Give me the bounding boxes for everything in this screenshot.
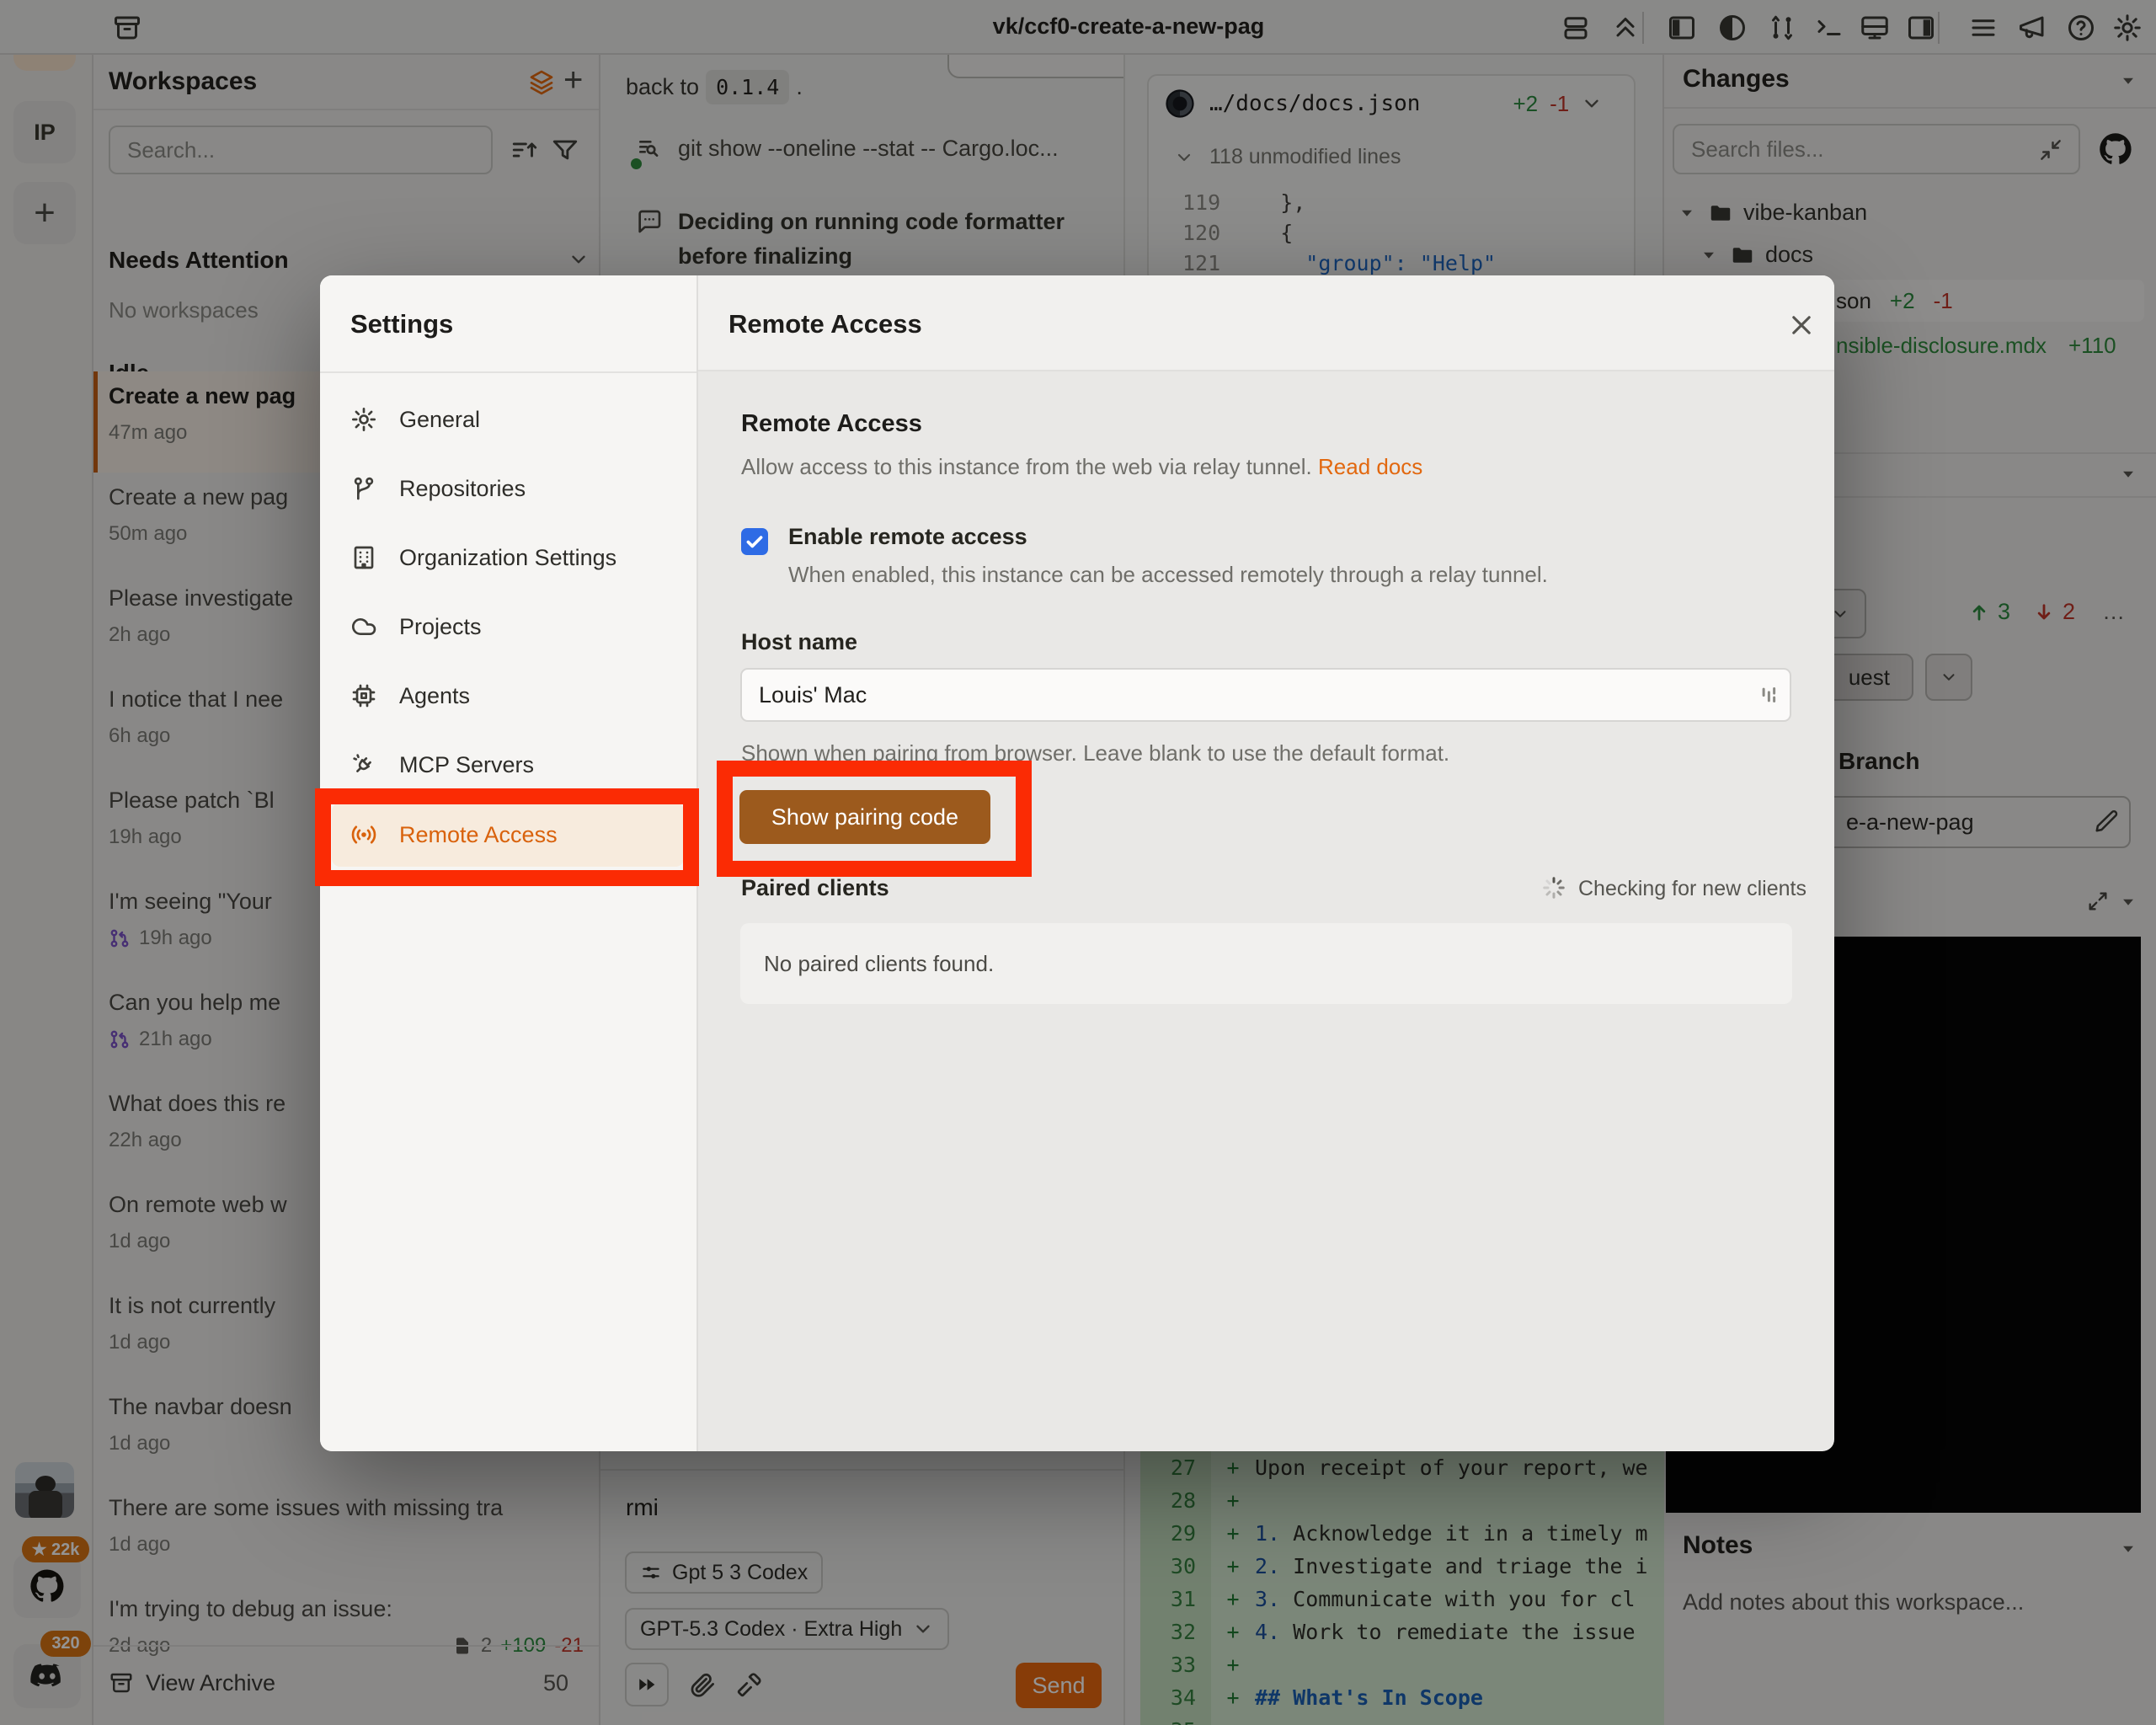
section-description: Allow access to this instance from the w… bbox=[741, 454, 1422, 480]
annotation-box-remote-access bbox=[315, 788, 699, 886]
read-docs-link[interactable]: Read docs bbox=[1318, 454, 1422, 479]
settings-nav-repositories[interactable]: Repositories bbox=[327, 454, 691, 523]
settings-nav-general[interactable]: General bbox=[327, 385, 691, 454]
no-paired-clients-box: No paired clients found. bbox=[740, 923, 1792, 1004]
hostname-input[interactable]: Louis' Mac bbox=[740, 668, 1791, 722]
section-title: Remote Access bbox=[741, 410, 922, 438]
enable-remote-access-checkbox[interactable] bbox=[741, 528, 768, 555]
spinner-icon bbox=[1541, 875, 1566, 900]
checkbox-label: Enable remote access bbox=[788, 524, 1027, 550]
hostname-field-icon bbox=[1757, 682, 1782, 708]
close-icon[interactable] bbox=[1787, 311, 1816, 339]
settings-nav-organization-settings[interactable]: Organization Settings bbox=[327, 523, 691, 592]
panel-title: Remote Access bbox=[728, 309, 922, 339]
settings-nav-projects[interactable]: Projects bbox=[327, 592, 691, 661]
settings-title: Settings bbox=[350, 309, 453, 339]
settings-nav-agents[interactable]: Agents bbox=[327, 661, 691, 730]
checking-clients-status: Checking for new clients bbox=[1578, 877, 1806, 901]
checkbox-description: When enabled, this instance can be acces… bbox=[788, 562, 1548, 588]
settings-panel-header: Remote Access bbox=[698, 275, 1834, 371]
paired-clients-title: Paired clients bbox=[741, 875, 889, 901]
annotation-box-show-pairing-code bbox=[717, 761, 1032, 877]
app-window: vk/ccf0-create-a-new-pag bbox=[0, 0, 2156, 1725]
hostname-label: Host name bbox=[741, 629, 857, 655]
